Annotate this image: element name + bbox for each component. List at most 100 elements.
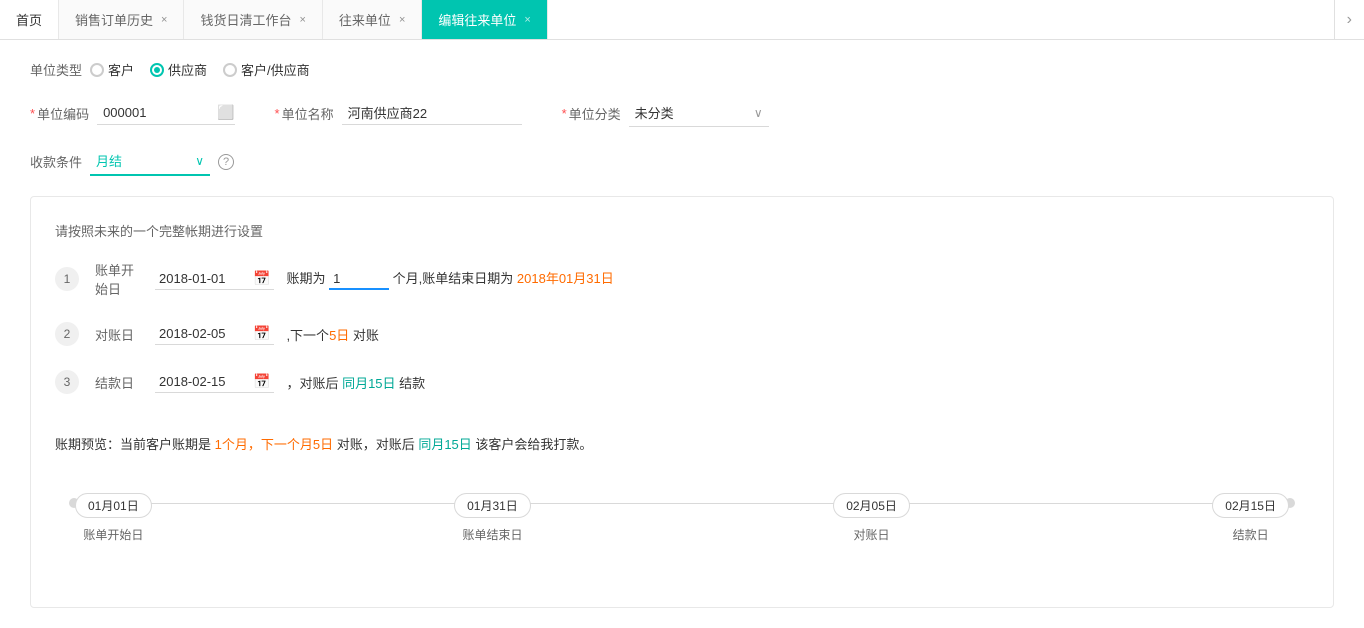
timeline-node-2: 01月31日 账单结束日 bbox=[454, 493, 531, 543]
copy-icon[interactable]: ⬜ bbox=[217, 104, 234, 121]
tab-label-cash-work: 钱货日清工作台 bbox=[200, 10, 291, 29]
radio-circle-customer bbox=[90, 63, 104, 77]
customer-supplier-label: 客户/供应商 bbox=[241, 60, 310, 79]
tab-label-sales-history: 销售订单历史 bbox=[75, 10, 153, 29]
required-mark-category: * bbox=[562, 106, 567, 121]
start-date-calendar-icon[interactable]: 📅 bbox=[253, 270, 270, 287]
unit-type-field: 单位类型 客户 供应商 客户/供应商 bbox=[30, 60, 310, 79]
payment-condition-select[interactable]: 月结 ∨ bbox=[90, 147, 210, 176]
preview-payment-day: 同月15日 bbox=[418, 437, 471, 452]
timeline-node-1: 01月01日 账单开始日 bbox=[75, 493, 152, 543]
timeline-node-4: 02月15日 结款日 bbox=[1212, 493, 1289, 543]
payment-date-input-box: 📅 bbox=[155, 371, 274, 393]
required-mark-name: * bbox=[275, 106, 280, 121]
unit-category-field: * 单位分类 未分类 ∨ bbox=[562, 99, 769, 127]
category-dropdown-icon: ∨ bbox=[754, 106, 763, 120]
payment-condition-value: 月结 bbox=[96, 151, 195, 170]
radio-supplier[interactable]: 供应商 bbox=[150, 60, 207, 79]
help-icon[interactable]: ? bbox=[218, 154, 234, 170]
timeline: 01月01日 账单开始日 01月31日 账单结束日 02月05日 对账日 02月… bbox=[55, 473, 1309, 583]
settings-panel: 请按照未来的一个完整帐期进行设置 1 账单开始日 📅 账期为 个月,账单结束日期… bbox=[30, 196, 1334, 608]
tabs-bar: 首页 销售订单历史 × 钱货日清工作台 × 往来单位 × 编辑往来单位 × › bbox=[0, 0, 1364, 40]
row-num-2: 2 bbox=[55, 322, 79, 346]
tab-sales-history[interactable]: 销售订单历史 × bbox=[59, 0, 184, 39]
setting-row-1: 1 账单开始日 📅 账期为 个月,账单结束日期为 2018年01月31日 bbox=[55, 260, 1309, 298]
tab-label-edit-partner: 编辑往来单位 bbox=[438, 10, 516, 29]
unit-info-row: * 单位编码 ⬜ * 单位名称 * 单位分类 未分类 ∨ bbox=[30, 99, 1334, 127]
customer-label: 客户 bbox=[108, 60, 134, 79]
row-label-3: 结款日 bbox=[95, 373, 143, 392]
panel-description: 请按照未来的一个完整帐期进行设置 bbox=[55, 221, 1309, 240]
tab-partner[interactable]: 往来单位 × bbox=[323, 0, 422, 39]
node-label-3: 对账日 bbox=[854, 526, 890, 543]
payment-dropdown-icon: ∨ bbox=[195, 154, 204, 168]
unit-code-input[interactable] bbox=[97, 101, 217, 124]
row-desc-2: ,下一个5日 对账 bbox=[286, 325, 378, 344]
payment-condition-label: 收款条件 bbox=[30, 152, 82, 171]
unit-name-input[interactable] bbox=[342, 101, 522, 125]
setting-row-2: 2 对账日 📅 ,下一个5日 对账 bbox=[55, 322, 1309, 346]
preview-period: 1个月， bbox=[215, 437, 261, 452]
unit-code-field: * 单位编码 ⬜ bbox=[30, 101, 235, 125]
unit-type-row: 单位类型 客户 供应商 客户/供应商 bbox=[30, 60, 1334, 79]
node-badge-3: 02月05日 bbox=[833, 493, 910, 518]
node-label-2: 账单结束日 bbox=[462, 526, 522, 543]
tab-cash-work[interactable]: 钱货日清工作台 × bbox=[184, 0, 322, 39]
supplier-label: 供应商 bbox=[168, 60, 207, 79]
radio-circle-customer-supplier bbox=[223, 63, 237, 77]
required-mark-code: * bbox=[30, 106, 35, 121]
start-date-input-box: 📅 bbox=[155, 268, 274, 290]
unit-category-select[interactable]: 未分类 ∨ bbox=[629, 99, 769, 127]
tab-close-partner[interactable]: × bbox=[399, 14, 405, 26]
payment-date-calendar-icon[interactable]: 📅 bbox=[253, 373, 270, 390]
tab-close-cash-work[interactable]: × bbox=[299, 14, 305, 26]
main-content: 单位类型 客户 供应商 客户/供应商 * 单位编码 bbox=[0, 40, 1364, 628]
preview-text: 账期预览：当前客户账期是 1个月，下一个月5日 对账，对账后 同月15日 该客户… bbox=[55, 434, 1309, 453]
node-badge-2: 01月31日 bbox=[454, 493, 531, 518]
row-desc-3: ，对账后 同月15日 结款 bbox=[286, 373, 425, 392]
tab-close-sales-history[interactable]: × bbox=[161, 14, 167, 26]
tab-close-edit-partner[interactable]: × bbox=[524, 14, 530, 26]
row-label-2: 对账日 bbox=[95, 325, 143, 344]
payment-highlight: 同月15日 bbox=[342, 376, 395, 391]
row-num-1: 1 bbox=[55, 267, 79, 291]
reconcile-highlight: 5日 bbox=[329, 328, 349, 343]
row-num-3: 3 bbox=[55, 370, 79, 394]
tab-scroll-arrow[interactable]: › bbox=[1334, 0, 1364, 39]
end-date-highlight: 2018年01月31日 bbox=[517, 271, 614, 286]
reconcile-date-input-box: 📅 bbox=[155, 323, 274, 345]
reconcile-date-input[interactable] bbox=[159, 326, 249, 341]
node-label-4: 结款日 bbox=[1233, 526, 1269, 543]
preview-reconcile-day: 下一个月5日 bbox=[261, 437, 333, 452]
preview-section: 账期预览：当前客户账期是 1个月，下一个月5日 对账，对账后 同月15日 该客户… bbox=[55, 418, 1309, 583]
unit-code-input-wrapper: ⬜ bbox=[97, 101, 234, 125]
node-badge-1: 01月01日 bbox=[75, 493, 152, 518]
unit-name-label: 单位名称 bbox=[282, 104, 334, 123]
node-label-1: 账单开始日 bbox=[83, 526, 143, 543]
start-date-input[interactable] bbox=[159, 271, 249, 286]
tab-edit-partner[interactable]: 编辑往来单位 × bbox=[422, 0, 547, 39]
node-badge-4: 02月15日 bbox=[1212, 493, 1289, 518]
unit-type-label: 单位类型 bbox=[30, 60, 82, 79]
payment-date-input[interactable] bbox=[159, 374, 249, 389]
reconcile-date-calendar-icon[interactable]: 📅 bbox=[253, 325, 270, 342]
tab-label-home: 首页 bbox=[16, 10, 42, 29]
unit-category-value: 未分类 bbox=[635, 103, 754, 122]
unit-name-field: * 单位名称 bbox=[275, 101, 522, 125]
row-desc-1: 账期为 个月,账单结束日期为 2018年01月31日 bbox=[286, 268, 613, 290]
timeline-nodes: 01月01日 账单开始日 01月31日 账单结束日 02月05日 对账日 02月… bbox=[75, 493, 1289, 543]
setting-row-3: 3 结款日 📅 ，对账后 同月15日 结款 bbox=[55, 370, 1309, 394]
unit-code-label: 单位编码 bbox=[37, 104, 89, 123]
period-input[interactable] bbox=[329, 269, 389, 290]
radio-circle-supplier bbox=[150, 63, 164, 77]
radio-customer-supplier[interactable]: 客户/供应商 bbox=[223, 60, 310, 79]
payment-condition-field: 收款条件 月结 ∨ ? bbox=[30, 147, 234, 176]
row-label-1: 账单开始日 bbox=[95, 260, 143, 298]
payment-condition-row: 收款条件 月结 ∨ ? bbox=[30, 147, 1334, 176]
radio-customer[interactable]: 客户 bbox=[90, 60, 134, 79]
unit-type-radio-group: 客户 供应商 客户/供应商 bbox=[90, 60, 310, 79]
timeline-node-3: 02月05日 对账日 bbox=[833, 493, 910, 543]
tab-label-partner: 往来单位 bbox=[339, 10, 391, 29]
unit-category-label: 单位分类 bbox=[569, 104, 621, 123]
tab-home[interactable]: 首页 bbox=[0, 0, 59, 39]
